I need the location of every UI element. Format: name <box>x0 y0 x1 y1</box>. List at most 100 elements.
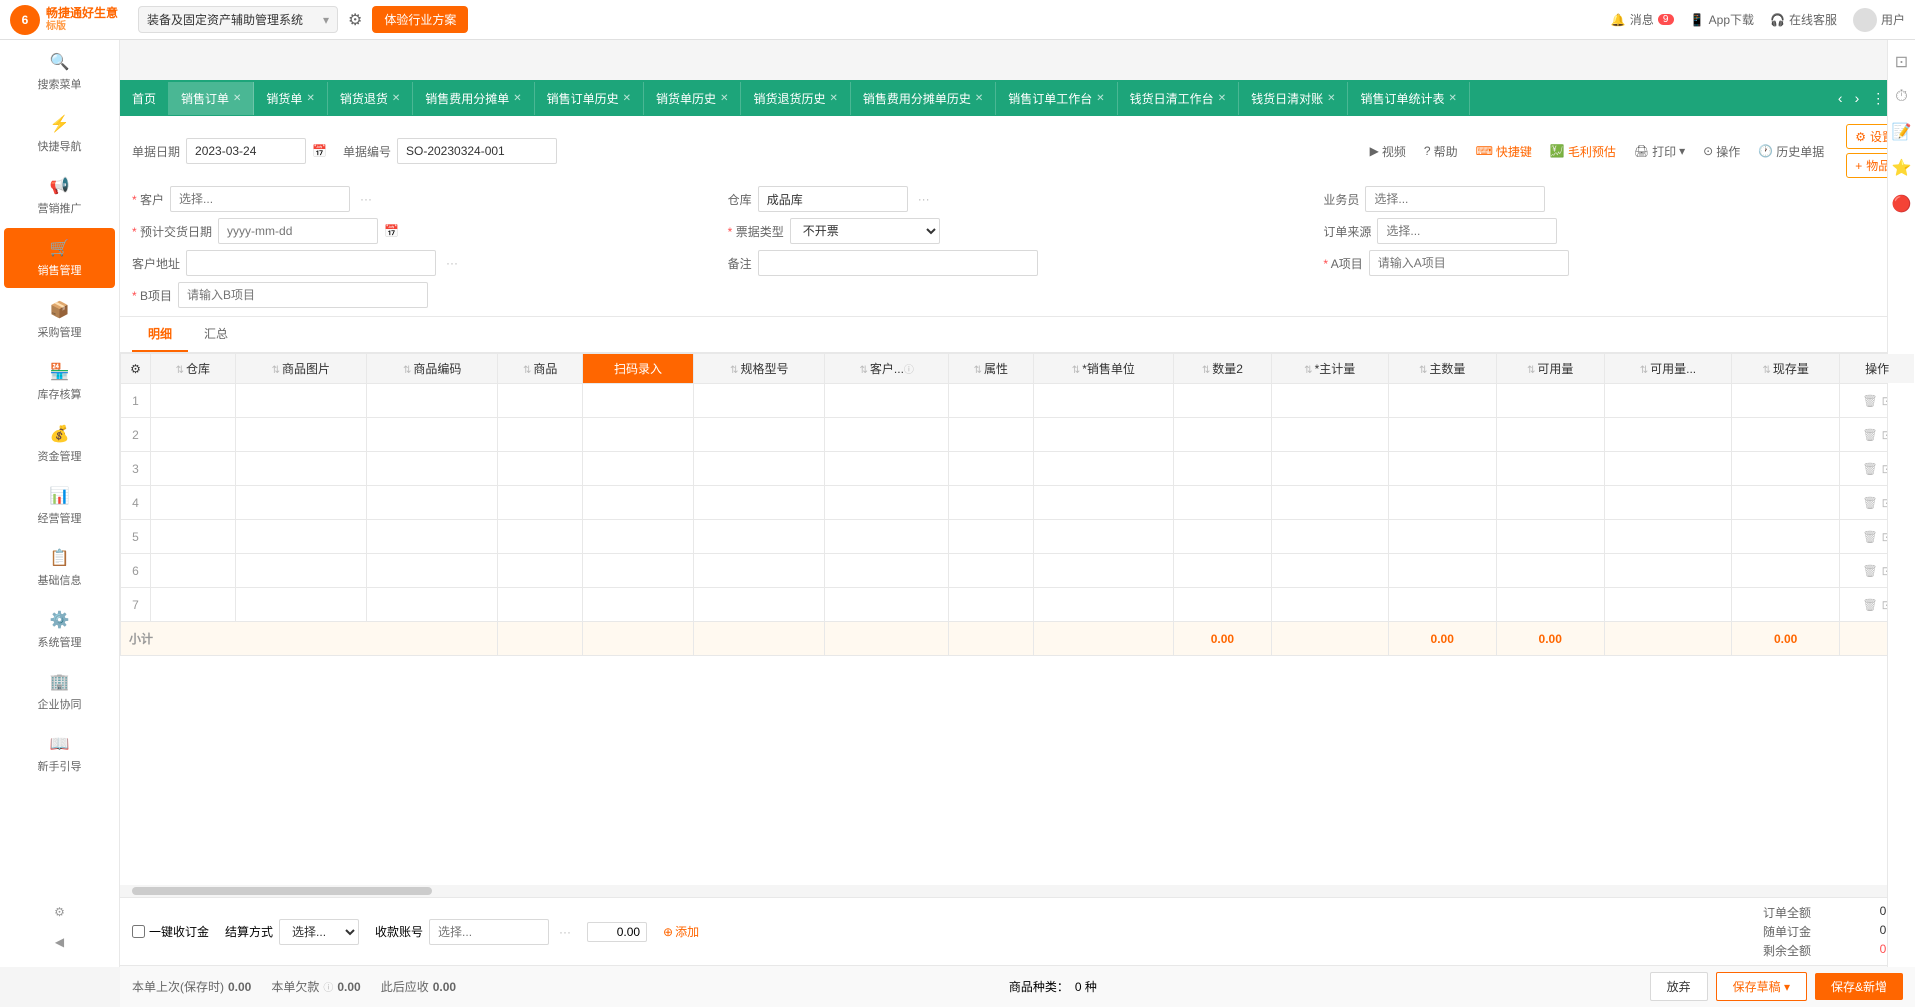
table-cell[interactable] <box>1732 588 1840 622</box>
table-cell[interactable] <box>825 588 949 622</box>
table-cell[interactable] <box>1033 418 1173 452</box>
tab-close-icon[interactable]: ✕ <box>1096 93 1104 104</box>
table-cell[interactable] <box>1496 486 1604 520</box>
sidebar-item-sales[interactable]: 🛒销售管理 <box>4 228 115 288</box>
table-cell[interactable] <box>366 486 497 520</box>
table-cell[interactable] <box>1496 554 1604 588</box>
table-cell[interactable] <box>1174 452 1272 486</box>
b-project-input[interactable] <box>178 282 428 308</box>
table-cell[interactable] <box>825 486 949 520</box>
salesperson-input[interactable] <box>1365 186 1545 212</box>
table-cell[interactable] <box>151 384 236 418</box>
help-btn[interactable]: ? 帮助 <box>1420 141 1462 162</box>
table-cell[interactable] <box>1604 588 1731 622</box>
expected-date-input[interactable] <box>218 218 378 244</box>
col-settings[interactable]: ⚙ <box>121 354 151 384</box>
tab-close-icon[interactable]: ✕ <box>623 93 631 104</box>
tab-销售订单历史[interactable]: 销售订单历史✕ <box>535 82 644 115</box>
table-cell[interactable] <box>498 554 583 588</box>
table-cell[interactable] <box>366 384 497 418</box>
table-cell[interactable] <box>1271 486 1388 520</box>
table-cell[interactable] <box>498 486 583 520</box>
right-panel-icon-2[interactable]: ⏱ <box>1891 84 1911 110</box>
sidebar-settings-btn[interactable]: ⚙ <box>0 897 119 927</box>
table-cell[interactable] <box>1174 554 1272 588</box>
tab-close-icon[interactable]: ✕ <box>233 93 241 104</box>
industry-btn[interactable]: 体验行业方案 <box>372 6 468 33</box>
delete-icon[interactable]: 🗑 <box>1862 462 1877 476</box>
table-cell[interactable] <box>1388 418 1496 452</box>
user-menu-btn[interactable]: 用户 <box>1853 8 1905 32</box>
table-cell[interactable] <box>1033 554 1173 588</box>
table-cell[interactable] <box>1271 452 1388 486</box>
delete-icon[interactable]: 🗑 <box>1862 598 1877 612</box>
table-cell[interactable] <box>825 520 949 554</box>
delete-icon[interactable]: 🗑 <box>1862 496 1877 510</box>
a-project-input[interactable] <box>1369 250 1569 276</box>
tab-prev-btn[interactable]: ‹ <box>1832 82 1849 114</box>
tab-close-icon[interactable]: ✕ <box>1218 93 1226 104</box>
address-ellipsis-icon[interactable]: ··· <box>446 256 458 270</box>
table-cell[interactable] <box>825 418 949 452</box>
table-cell[interactable] <box>582 384 693 418</box>
table-cell[interactable] <box>235 588 366 622</box>
print-btn[interactable]: 🖨 打印 ▾ <box>1630 141 1689 162</box>
calendar-icon[interactable]: 📅 <box>312 144 327 158</box>
table-cell[interactable] <box>235 452 366 486</box>
tab-close-icon[interactable]: ✕ <box>513 93 521 104</box>
table-cell[interactable] <box>949 384 1034 418</box>
warehouse-input[interactable] <box>758 186 908 212</box>
tab-next-btn[interactable]: › <box>1849 82 1866 114</box>
table-cell[interactable] <box>235 486 366 520</box>
online-service-btn[interactable]: 🎧 在线客服 <box>1770 11 1837 28</box>
table-cell[interactable] <box>1496 418 1604 452</box>
table-cell[interactable] <box>1732 520 1840 554</box>
table-cell[interactable] <box>1271 554 1388 588</box>
table-cell[interactable] <box>949 554 1034 588</box>
tab-summary[interactable]: 汇总 <box>188 317 244 352</box>
customer-ellipsis-icon[interactable]: ··· <box>360 192 372 206</box>
delete-icon[interactable]: 🗑 <box>1862 530 1877 544</box>
tab-首页[interactable]: 首页 <box>120 82 169 115</box>
table-cell[interactable] <box>1604 554 1731 588</box>
warehouse-ellipsis-icon[interactable]: ··· <box>918 192 930 206</box>
tab-close-icon[interactable]: ✕ <box>975 93 983 104</box>
date-input[interactable] <box>186 138 306 164</box>
table-cell[interactable] <box>1496 520 1604 554</box>
system-selector[interactable]: 装备及固定资产辅助管理系统 ▾ <box>138 6 338 33</box>
table-cell[interactable] <box>1174 486 1272 520</box>
table-cell[interactable] <box>235 554 366 588</box>
table-cell[interactable] <box>694 486 825 520</box>
table-cell[interactable] <box>1033 520 1173 554</box>
table-cell[interactable] <box>235 520 366 554</box>
table-cell[interactable] <box>694 418 825 452</box>
table-cell[interactable] <box>1174 384 1272 418</box>
table-cell[interactable] <box>1388 554 1496 588</box>
table-cell[interactable] <box>694 452 825 486</box>
col-scan[interactable]: 扫码录入 <box>582 354 693 384</box>
table-cell[interactable] <box>1388 452 1496 486</box>
operation-btn[interactable]: ⊙ 操作 <box>1699 141 1744 162</box>
sidebar-item-finance[interactable]: 💰资金管理 <box>4 414 115 474</box>
table-cell[interactable] <box>498 520 583 554</box>
sidebar-item-system[interactable]: ⚙️系统管理 <box>4 600 115 660</box>
table-cell[interactable] <box>498 384 583 418</box>
tab-close-icon[interactable]: ✕ <box>720 93 728 104</box>
table-cell[interactable] <box>1496 384 1604 418</box>
table-cell[interactable] <box>1732 418 1840 452</box>
table-cell[interactable] <box>1496 452 1604 486</box>
customer-input[interactable] <box>170 186 350 212</box>
table-cell[interactable] <box>1604 384 1731 418</box>
table-cell[interactable] <box>1033 452 1173 486</box>
table-cell[interactable] <box>151 554 236 588</box>
table-cell[interactable] <box>1388 520 1496 554</box>
tab-销货单历史[interactable]: 销货单历史✕ <box>644 82 741 115</box>
table-cell[interactable] <box>366 520 497 554</box>
remark-input[interactable] <box>758 250 1038 276</box>
table-cell[interactable] <box>949 486 1034 520</box>
order-no-input[interactable] <box>397 138 557 164</box>
table-cell[interactable] <box>582 588 693 622</box>
add-payment-btn[interactable]: ⊕ 添加 <box>663 923 699 940</box>
invoice-type-select[interactable]: 不开票 增值税普通发票 增值税专用发票 <box>790 218 940 244</box>
tab-销售费用分摊单[interactable]: 销售费用分摊单✕ <box>413 82 534 115</box>
